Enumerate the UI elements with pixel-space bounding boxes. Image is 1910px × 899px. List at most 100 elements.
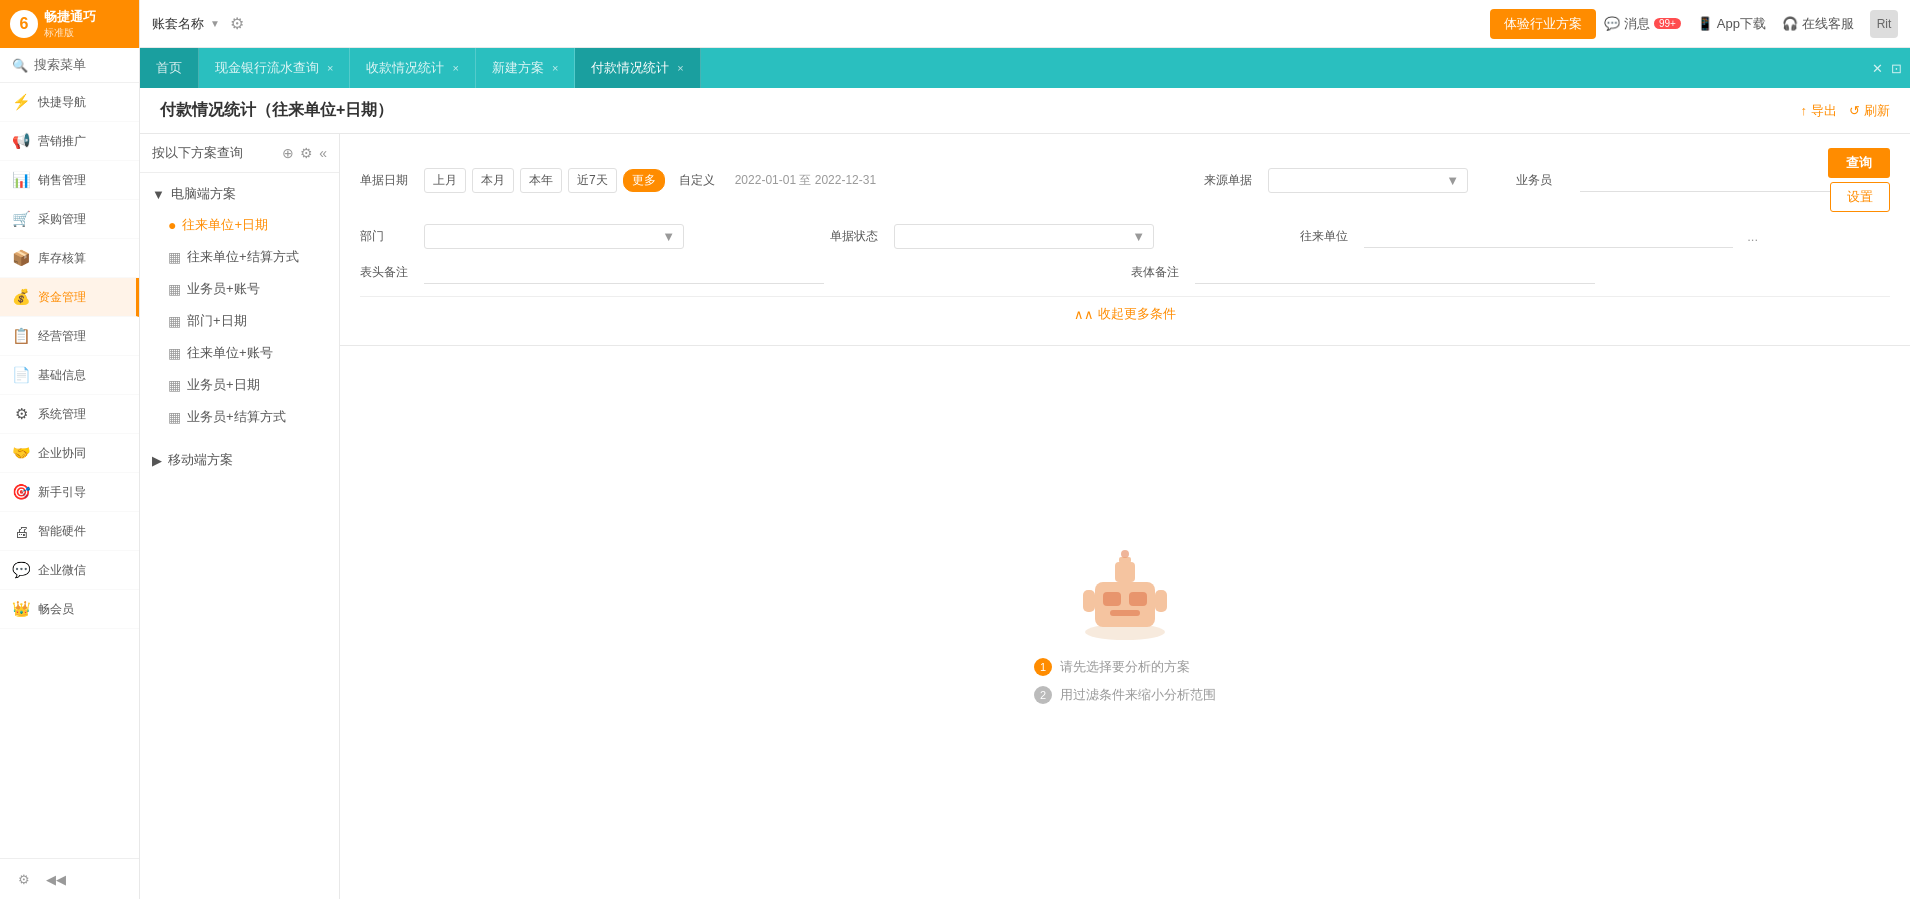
scheme-section: ▼ 电脑端方案● 往来单位+日期▦ 往来单位+结算方式▦ 业务员+账号▦ 部门+… (140, 173, 339, 439)
app-download-icon: 📱 (1697, 16, 1713, 31)
svg-rect-8 (1083, 590, 1095, 612)
add-scheme-icon[interactable]: ⊕ (282, 145, 294, 161)
tab-付款情况统计[interactable]: 付款情况统计× (575, 48, 700, 88)
nav-label: 企业协同 (38, 445, 86, 462)
tab-首页[interactable]: 首页 (140, 48, 199, 88)
doc-status-filter-col: 单据状态 ▼ (830, 224, 1288, 249)
scheme-settings-icon[interactable]: ⚙ (300, 145, 313, 161)
header-note-input[interactable] (424, 261, 824, 284)
scheme-item-label: 往来单位+结算方式 (187, 248, 299, 266)
scheme-item-往来单位+结算方式[interactable]: ▦ 往来单位+结算方式 (140, 241, 339, 273)
sidebar-item-基础信息[interactable]: 📄 基础信息 (0, 356, 139, 395)
tab-新建方案[interactable]: 新建方案× (476, 48, 575, 88)
page-header-actions: ↑ 导出 ↺ 刷新 (1801, 102, 1891, 120)
scheme-item-往来单位+账号[interactable]: ▦ 往来单位+账号 (140, 337, 339, 369)
sidebar-item-采购管理[interactable]: 🛒 采购管理 (0, 200, 139, 239)
sidebar-item-资金管理[interactable]: 💰 资金管理 (0, 278, 139, 317)
maximize-icon[interactable]: ⊡ (1891, 61, 1902, 76)
online-service-label: 在线客服 (1802, 15, 1854, 33)
collapse-btn[interactable]: ∧∧ 收起更多条件 (360, 296, 1890, 331)
scheme-item-业务员+结算方式[interactable]: ▦ 业务员+结算方式 (140, 401, 339, 433)
collapse-sidebar-icon[interactable]: ◀◀ (44, 867, 68, 891)
last-7-days-btn[interactable]: 近7天 (568, 168, 617, 193)
left-panel: 按以下方案查询 ⊕ ⚙ « ▼ 电脑端方案● 往来单位+日期▦ 往来单位+结算方… (140, 134, 340, 899)
sidebar-item-畅会员[interactable]: 👑 畅会员 (0, 590, 139, 629)
header-settings-icon[interactable]: ⚙ (230, 14, 244, 33)
date-label: 单据日期 (360, 172, 416, 189)
avatar[interactable]: Rit (1870, 10, 1898, 38)
online-service-item[interactable]: 🎧 在线客服 (1782, 15, 1854, 33)
scheme-item-业务员+日期[interactable]: ▦ 业务员+日期 (140, 369, 339, 401)
refresh-btn[interactable]: ↺ 刷新 (1849, 102, 1890, 120)
logo-icon: 6 (10, 10, 38, 38)
scheme-section-header[interactable]: ▼ 电脑端方案 (140, 179, 339, 209)
svg-rect-9 (1155, 590, 1167, 612)
close-window-icon[interactable]: ✕ (1872, 61, 1883, 76)
tab-close-icon[interactable]: × (327, 62, 333, 74)
sidebar-item-智能硬件[interactable]: 🖨 智能硬件 (0, 512, 139, 551)
account-dropdown-icon[interactable]: ▼ (210, 18, 220, 29)
nav-icon: 🎯 (12, 483, 30, 501)
counterpart-input[interactable] (1364, 225, 1733, 248)
collapse-panel-icon[interactable]: « (319, 145, 327, 161)
dept-label: 部门 (360, 228, 416, 245)
this-month-btn[interactable]: 本月 (472, 168, 514, 193)
left-panel-header: 按以下方案查询 ⊕ ⚙ « (140, 134, 339, 173)
sidebar-item-企业协同[interactable]: 🤝 企业协同 (0, 434, 139, 473)
export-btn[interactable]: ↑ 导出 (1801, 102, 1838, 120)
this-year-btn[interactable]: 本年 (520, 168, 562, 193)
sidebar-item-系统管理[interactable]: ⚙ 系统管理 (0, 395, 139, 434)
scheme-item-往来单位+日期[interactable]: ● 往来单位+日期 (140, 209, 339, 241)
counterpart-dots[interactable]: ... (1747, 229, 1758, 244)
nav-icon: 🤝 (12, 444, 30, 462)
doc-status-select[interactable]: ▼ (894, 224, 1154, 249)
message-item[interactable]: 💬 消息 99+ (1604, 15, 1681, 33)
salesperson-label: 业务员 (1516, 172, 1572, 189)
sidebar-item-营销推广[interactable]: 📢 营销推广 (0, 122, 139, 161)
tab-label: 现金银行流水查询 (215, 59, 319, 77)
more-btn[interactable]: 更多 (623, 169, 665, 192)
last-month-btn[interactable]: 上月 (424, 168, 466, 193)
tab-close-icon[interactable]: × (677, 62, 683, 74)
left-schemes: ▼ 电脑端方案● 往来单位+日期▦ 往来单位+结算方式▦ 业务员+账号▦ 部门+… (140, 173, 339, 481)
sidebar-item-企业微信[interactable]: 💬 企业微信 (0, 551, 139, 590)
sidebar-item-新手引导[interactable]: 🎯 新手引导 (0, 473, 139, 512)
nav-label: 智能硬件 (38, 523, 86, 540)
tab-close-icon[interactable]: × (452, 62, 458, 74)
scheme-item-label: 业务员+账号 (187, 280, 260, 298)
nav-icon: 💬 (12, 561, 30, 579)
custom-btn[interactable]: 自定义 (671, 169, 723, 192)
section-label: 移动端方案 (168, 451, 233, 469)
tabs-container: 首页现金银行流水查询×收款情况统计×新建方案×付款情况统计× (140, 48, 701, 88)
search-icon: 🔍 (12, 58, 28, 73)
tab-收款情况统计[interactable]: 收款情况统计× (350, 48, 475, 88)
svg-rect-4 (1110, 610, 1140, 616)
nav-label: 基础信息 (38, 367, 86, 384)
salesperson-input[interactable] (1580, 169, 1840, 192)
settings-bottom-icon[interactable]: ⚙ (12, 867, 36, 891)
sidebar-item-快捷导航[interactable]: ⚡ 快捷导航 (0, 83, 139, 122)
query-btn[interactable]: 查询 (1828, 148, 1890, 178)
scheme-item-业务员+账号[interactable]: ▦ 业务员+账号 (140, 273, 339, 305)
body-note-input[interactable] (1195, 261, 1595, 284)
query-actions: 查询 设置 (1828, 148, 1890, 212)
header-right: 💬 消息 99+ 📱 App下载 🎧 在线客服 Rit (1604, 10, 1898, 38)
scheme-item-icon: ▦ (168, 281, 181, 297)
tab-现金银行流水查询[interactable]: 现金银行流水查询 × (199, 48, 350, 88)
section-arrow: ▼ (152, 187, 165, 202)
sidebar-item-销售管理[interactable]: 📊 销售管理 (0, 161, 139, 200)
app-download-item[interactable]: 📱 App下载 (1697, 15, 1766, 33)
scheme-item-icon: ● (168, 217, 176, 233)
source-chevron-icon: ▼ (1446, 173, 1459, 188)
dept-select[interactable]: ▼ (424, 224, 684, 249)
settings-btn[interactable]: 设置 (1830, 182, 1890, 212)
app-download-label: App下载 (1717, 15, 1766, 33)
search-menu[interactable]: 🔍 搜索菜单 (0, 48, 139, 83)
scheme-section-header[interactable]: ▶ 移动端方案 (140, 445, 339, 475)
sidebar-item-经营管理[interactable]: 📋 经营管理 (0, 317, 139, 356)
scheme-item-部门+日期[interactable]: ▦ 部门+日期 (140, 305, 339, 337)
source-select[interactable]: ▼ (1268, 168, 1468, 193)
trial-btn[interactable]: 体验行业方案 (1490, 9, 1596, 39)
tab-close-icon[interactable]: × (552, 62, 558, 74)
sidebar-item-库存核算[interactable]: 📦 库存核算 (0, 239, 139, 278)
